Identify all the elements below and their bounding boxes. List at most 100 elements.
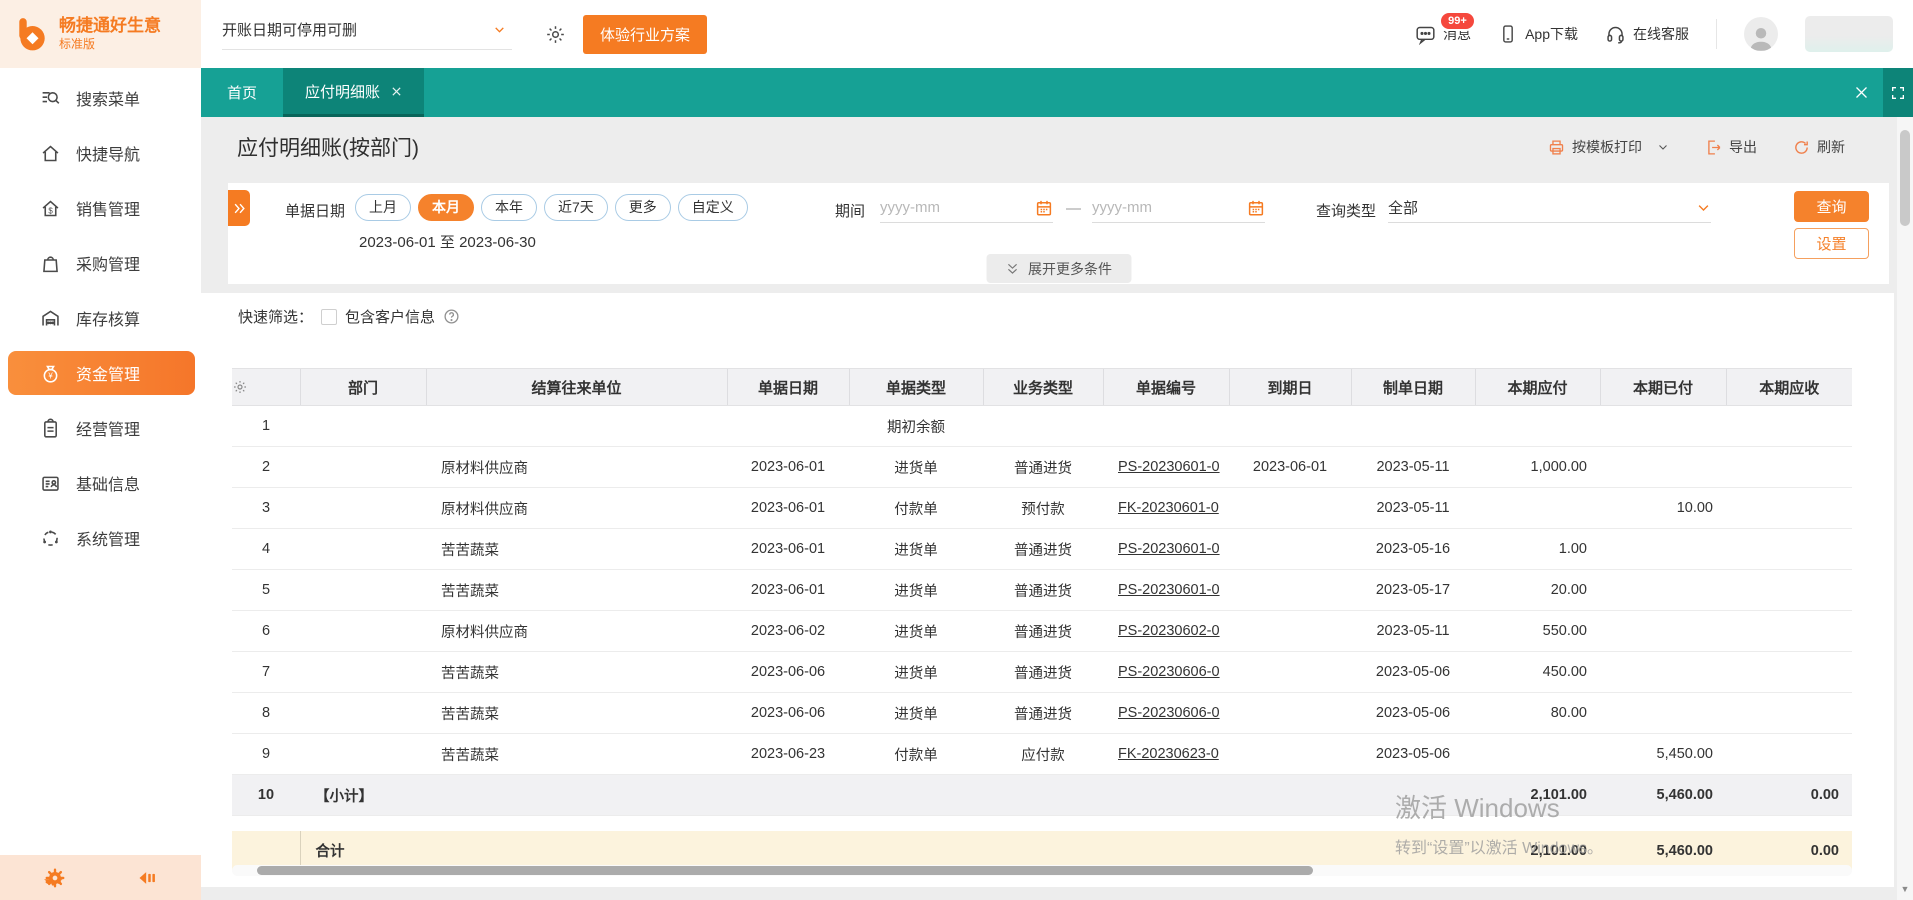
- doc-number-link[interactable]: FK-20230623-0: [1118, 746, 1219, 762]
- table-row: 3 原材料供应商 2023-06-01 付款单 预付款 FK-20230601-0 2023…: [232, 487, 1852, 529]
- date-preset-pill[interactable]: 自定义: [677, 194, 748, 221]
- include-customer-checkbox[interactable]: [321, 308, 338, 325]
- gear-icon[interactable]: [545, 24, 566, 45]
- column-header[interactable]: 部门: [299, 368, 426, 406]
- calendar-icon[interactable]: [1247, 199, 1265, 217]
- settings-gear-icon[interactable]: [44, 867, 66, 889]
- column-settings-gear-icon[interactable]: [232, 379, 300, 395]
- help-icon[interactable]: [443, 308, 460, 325]
- column-header[interactable]: 业务类型: [982, 368, 1103, 406]
- expand-more-conditions[interactable]: 展开更多条件: [986, 254, 1131, 283]
- doc-number-link[interactable]: PS-20230601-0: [1118, 459, 1220, 475]
- sidebar-item-purchase[interactable]: 采购管理: [0, 241, 201, 285]
- column-header[interactable]: 结算往来单位: [425, 368, 727, 406]
- doc-number-link[interactable]: FK-20230601-0: [1118, 500, 1219, 516]
- cell-num: 3: [232, 487, 300, 529]
- cell-payable: 550.00: [1475, 610, 1600, 652]
- vertical-scrollbar-thumb[interactable]: [1900, 130, 1910, 226]
- sidebar-item-funds[interactable]: ¥ 资金管理: [8, 351, 195, 395]
- doc-date-label: 单据日期: [285, 203, 346, 220]
- app-download-label: App下载: [1525, 26, 1578, 42]
- date-preset-pill[interactable]: 近7天: [544, 194, 608, 221]
- column-header[interactable]: 单据类型: [848, 368, 983, 406]
- date-preset-pill[interactable]: 更多: [614, 194, 671, 221]
- sidebar-item-inventory[interactable]: 库存核算: [0, 296, 201, 340]
- cell-due-date: [1229, 569, 1351, 611]
- calendar-icon[interactable]: [1035, 199, 1053, 217]
- vertical-scrollbar[interactable]: ▼: [1897, 117, 1913, 900]
- column-header[interactable]: 本期应收: [1725, 368, 1852, 406]
- table-body: 1 期初余额 2 原材料供应商 2023-06-01 进货单 普通进货 PS-20230601…: [232, 405, 1852, 871]
- sidebar-item-basic-info[interactable]: 基础信息: [0, 461, 201, 505]
- sidebar-item-quick-nav[interactable]: 快捷导航: [0, 131, 201, 175]
- app-download-button[interactable]: App下载: [1498, 24, 1578, 44]
- doc-number-link[interactable]: PS-20230601-0: [1118, 541, 1220, 557]
- cell-doc-no: [1103, 774, 1229, 816]
- tab-payable-ledger[interactable]: 应付明细账: [283, 68, 425, 117]
- cell-receivable: [1726, 610, 1852, 652]
- column-settings-header[interactable]: [232, 368, 300, 406]
- sidebar-item-system[interactable]: 系统管理: [0, 516, 201, 560]
- doc-number-link[interactable]: PS-20230606-0: [1118, 705, 1220, 721]
- cell-doc-type: 进货单: [849, 692, 983, 734]
- account-set-dropdown[interactable]: 开账日期可停用可删: [222, 19, 512, 50]
- cell-doc-date: 2023-06-06: [727, 651, 849, 693]
- trial-industry-button[interactable]: 体验行业方案: [583, 14, 708, 54]
- avatar[interactable]: [1744, 17, 1778, 51]
- clipboard-icon: [40, 418, 61, 439]
- cell-num: 10: [232, 774, 300, 816]
- sidebar-item-operations[interactable]: 经营管理: [0, 406, 201, 450]
- doc-number-link[interactable]: PS-20230602-0: [1118, 623, 1220, 639]
- column-header[interactable]: 本期应付: [1474, 368, 1600, 406]
- fullscreen-icon[interactable]: [1883, 68, 1913, 117]
- cell-make-date: 2023-05-11: [1351, 446, 1475, 488]
- printer-icon: [1548, 139, 1565, 156]
- column-header[interactable]: 本期已付: [1599, 368, 1726, 406]
- sidebar-item-label: 采购管理: [76, 257, 141, 274]
- doc-number-link[interactable]: PS-20230606-0: [1118, 664, 1220, 680]
- chevron-down-icon[interactable]: [1657, 141, 1669, 153]
- user-name-blurred[interactable]: [1805, 16, 1893, 52]
- sidebar-item-search-menu[interactable]: 搜索菜单: [0, 76, 201, 120]
- cell-biz-type: 普通进货: [983, 446, 1103, 488]
- period-start-input[interactable]: yyyy-mm: [880, 193, 1053, 223]
- tab-close-icon[interactable]: [391, 86, 402, 97]
- horizontal-scrollbar-thumb[interactable]: [257, 866, 1313, 875]
- column-header[interactable]: 制单日期: [1350, 368, 1475, 406]
- column-header[interactable]: 单据编号: [1102, 368, 1229, 406]
- period-end-input[interactable]: yyyy-mm: [1092, 193, 1265, 223]
- scrollbar-down-arrow[interactable]: ▼: [1897, 884, 1913, 894]
- tab-home[interactable]: 首页: [201, 68, 283, 117]
- messages-button[interactable]: 消息 99+: [1415, 10, 1476, 45]
- cell-biz-type: [983, 774, 1103, 816]
- close-all-tabs-icon[interactable]: [1840, 68, 1883, 117]
- refresh-button[interactable]: 刷新: [1793, 137, 1845, 157]
- cell-unit: [426, 774, 727, 816]
- query-type-select[interactable]: 全部: [1388, 193, 1711, 223]
- cell-doc-no: FK-20230601-0: [1103, 487, 1229, 529]
- horizontal-scrollbar[interactable]: [232, 865, 1852, 876]
- subtotal-row: 10 【小计】 2,101.00 5,460.00 0.00: [232, 774, 1852, 816]
- cell-receivable: [1726, 446, 1852, 488]
- export-button[interactable]: 导出: [1705, 137, 1757, 157]
- cell-doc-type: 进货单: [849, 446, 983, 488]
- date-preset-pill[interactable]: 本年: [481, 194, 537, 221]
- date-preset-pill[interactable]: 本月: [418, 194, 474, 221]
- sidebar-item-sales[interactable]: $ 销售管理: [0, 186, 201, 230]
- cell-dept: [300, 528, 426, 570]
- expand-panel-button[interactable]: [228, 190, 250, 226]
- print-by-template-button[interactable]: 按模板打印: [1548, 137, 1669, 157]
- online-service-button[interactable]: 在线客服: [1605, 24, 1689, 45]
- cell-paid: 10.00: [1600, 487, 1726, 529]
- doc-number-link[interactable]: PS-20230601-0: [1118, 582, 1220, 598]
- settings-button[interactable]: 设置: [1794, 228, 1869, 259]
- export-label: 导出: [1729, 139, 1757, 155]
- sidebar-menu: 搜索菜单快捷导航 $ 销售管理采购管理库存核算 ¥ 资金管理经营管理基础信息系统管理: [0, 68, 201, 560]
- column-header[interactable]: 到期日: [1228, 368, 1351, 406]
- column-header[interactable]: 单据日期: [726, 368, 849, 406]
- cell-doc-no: PS-20230602-0: [1103, 610, 1229, 652]
- date-preset-pill[interactable]: 上月: [355, 194, 411, 221]
- tab-bar: 首页 应付明细账: [201, 68, 1913, 117]
- search-button[interactable]: 查询: [1794, 191, 1869, 222]
- collapse-sidebar-icon[interactable]: [137, 868, 157, 888]
